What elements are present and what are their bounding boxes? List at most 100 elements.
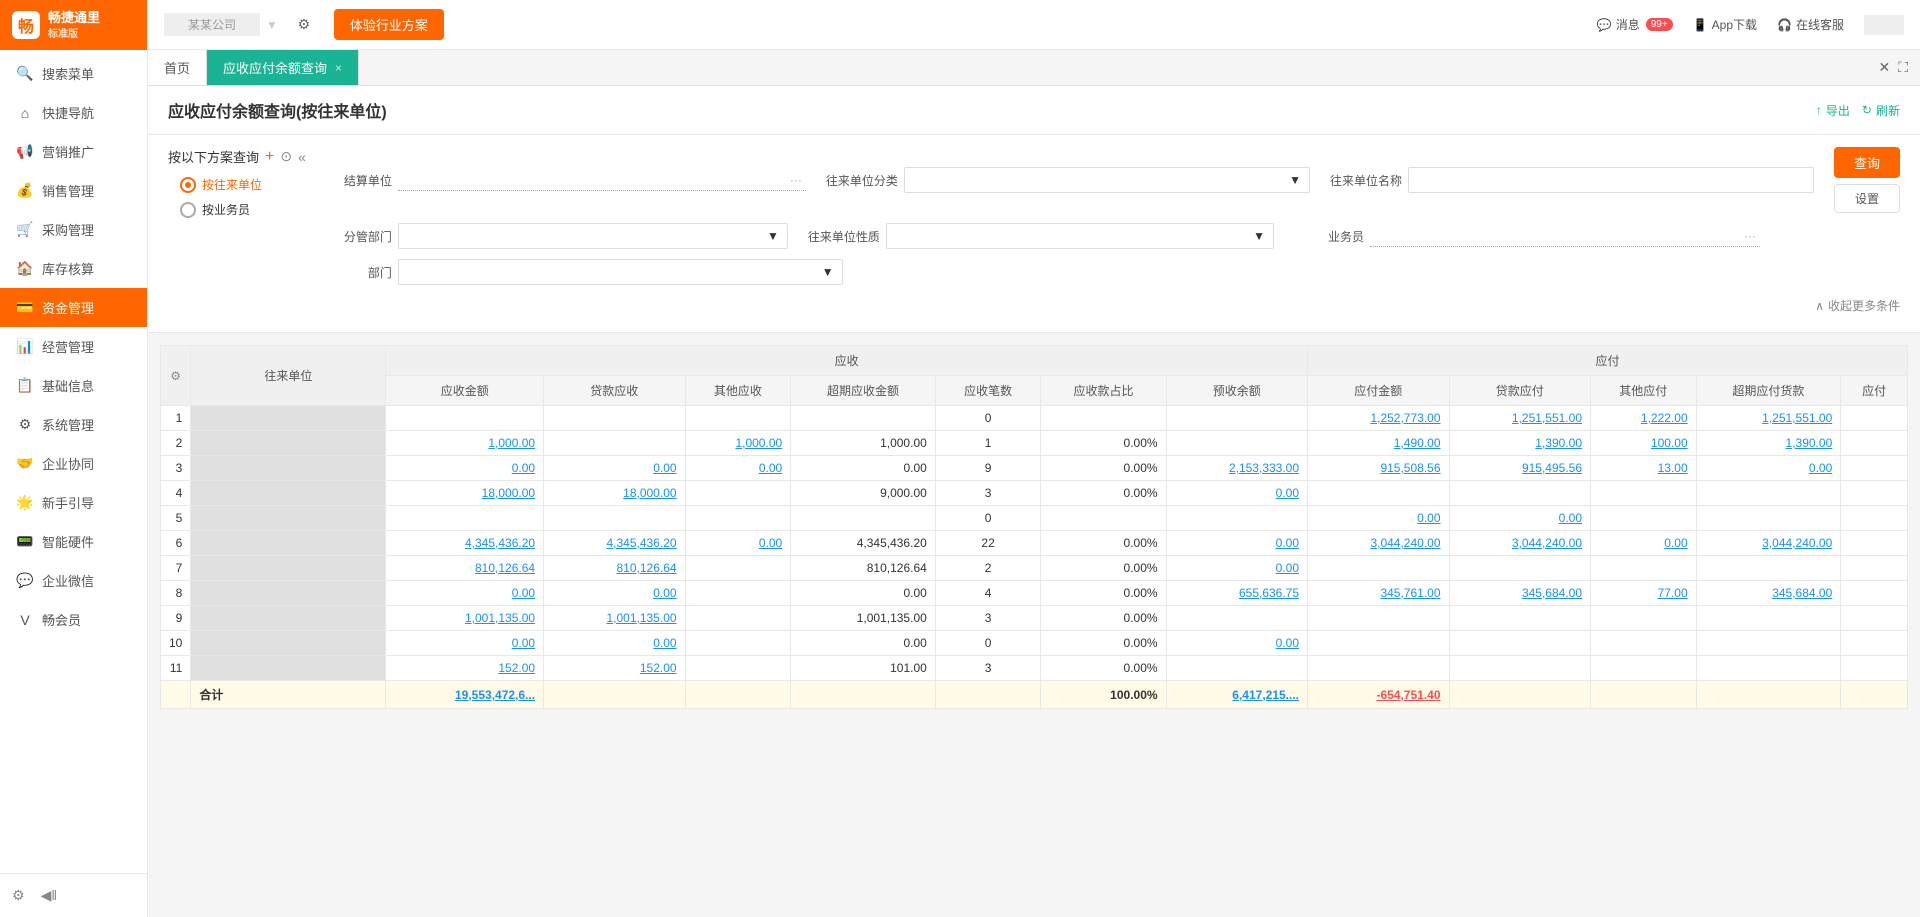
table-cell[interactable]: 1,251,551.00: [1449, 406, 1590, 431]
sidebar-item-system[interactable]: ⚙ 系统管理: [0, 405, 147, 444]
sidebar-item-quick[interactable]: ⌂ 快捷导航: [0, 93, 147, 132]
tab-active[interactable]: 应收应付余额查询 ×: [207, 50, 359, 85]
edit-scheme-btn[interactable]: ⊙: [280, 148, 292, 165]
sidebar-item-marketing[interactable]: 📢 营销推广: [0, 132, 147, 171]
app-download-btn[interactable]: 📱 App下载: [1693, 16, 1757, 33]
salesperson-label: 业务员: [1294, 228, 1364, 245]
collapse-scheme-btn[interactable]: «: [298, 149, 306, 165]
sidebar-item-search[interactable]: 🔍 搜索菜单: [0, 54, 147, 93]
table-cell[interactable]: 0.00: [1166, 481, 1307, 506]
header-settings-btn[interactable]: ⚙: [290, 11, 318, 39]
sidebar-item-hardware[interactable]: 📟 智能硬件: [0, 522, 147, 561]
partner-name-input[interactable]: [1408, 167, 1814, 193]
sidebar-settings-btn[interactable]: ⚙: [12, 887, 25, 904]
sidebar-item-sales[interactable]: 💰 销售管理: [0, 171, 147, 210]
table-cell[interactable]: 810,126.64: [386, 556, 544, 581]
table-cell[interactable]: 1,001,135.00: [544, 606, 685, 631]
table-cell[interactable]: 0.00: [1591, 531, 1697, 556]
partner-category-dropdown[interactable]: ▼: [904, 167, 1310, 193]
table-cell[interactable]: 100.00: [1591, 431, 1697, 456]
table-cell[interactable]: 0.00: [544, 631, 685, 656]
table-cell[interactable]: 0.00: [386, 581, 544, 606]
table-cell: 1,000.00: [791, 431, 936, 456]
dept-dropdown[interactable]: ▼: [398, 259, 843, 285]
settlement-unit-input[interactable]: ···: [398, 169, 806, 191]
table-cell[interactable]: 1,222.00: [1591, 406, 1697, 431]
table-cell[interactable]: 1,001,135.00: [386, 606, 544, 631]
salesperson-input[interactable]: ···: [1370, 225, 1760, 247]
sidebar-item-warehouse[interactable]: 🏠 库存核算: [0, 249, 147, 288]
table-cell[interactable]: 0.00: [685, 456, 791, 481]
table-cell[interactable]: 1,390.00: [1449, 431, 1590, 456]
table-cell[interactable]: 0.00: [386, 631, 544, 656]
department-dropdown[interactable]: ▼: [398, 223, 788, 249]
scheme-option-salesperson[interactable]: 按业务员: [168, 197, 306, 222]
table-cell[interactable]: 915,508.56: [1308, 456, 1449, 481]
table-cell[interactable]: 77.00: [1591, 581, 1697, 606]
table-cell[interactable]: 1,390.00: [1696, 431, 1841, 456]
table-cell[interactable]: 3,044,240.00: [1449, 531, 1590, 556]
table-cell[interactable]: 1,000.00: [685, 431, 791, 456]
table-cell[interactable]: 2,153,333.00: [1166, 456, 1307, 481]
table-cell[interactable]: 345,684.00: [1449, 581, 1590, 606]
scheme-option-partner[interactable]: 按往来单位: [168, 172, 306, 197]
table-cell[interactable]: 0.00: [1308, 506, 1449, 531]
scheme-option-salesperson-label: 按业务员: [202, 201, 250, 218]
table-scroll[interactable]: ⚙ 往来单位 应收 应付 应收金额 贷款应收 其他应收 超期应收金额 应收笔数 …: [160, 345, 1908, 709]
table-cell[interactable]: 0.00: [685, 531, 791, 556]
tab-close-action[interactable]: ✕: [1878, 59, 1890, 76]
table-cell[interactable]: 0.00: [1166, 556, 1307, 581]
table-cell[interactable]: 0.00: [386, 456, 544, 481]
table-cell[interactable]: 810,126.64: [544, 556, 685, 581]
table-cell[interactable]: 0.00: [544, 581, 685, 606]
sidebar-item-guide[interactable]: 🌟 新手引导: [0, 483, 147, 522]
query-button[interactable]: 查询: [1834, 147, 1900, 178]
table-cell[interactable]: 13.00: [1591, 456, 1697, 481]
tab-close-btn[interactable]: ×: [335, 61, 342, 75]
table-cell[interactable]: 655,636.75: [1166, 581, 1307, 606]
table-cell[interactable]: 0.00: [1449, 506, 1590, 531]
table-cell[interactable]: 1,252,773.00: [1308, 406, 1449, 431]
footer-prepaid-bal[interactable]: 6,417,215....: [1166, 681, 1307, 709]
table-cell[interactable]: 3,044,240.00: [1696, 531, 1841, 556]
export-btn[interactable]: ↑ 导出: [1816, 102, 1850, 119]
setting-button[interactable]: 设置: [1834, 184, 1900, 213]
refresh-btn[interactable]: ↻ 刷新: [1862, 102, 1900, 119]
footer-pay-amt[interactable]: -654,751.40: [1308, 681, 1449, 709]
online-service-btn[interactable]: 🎧 在线客服: [1777, 16, 1844, 33]
footer-recv-amt[interactable]: 19,553,472,6...: [386, 681, 544, 709]
sidebar-item-purchase[interactable]: 🛒 采购管理: [0, 210, 147, 249]
table-cell[interactable]: 1,490.00: [1308, 431, 1449, 456]
table-cell[interactable]: 0.00: [1166, 531, 1307, 556]
table-cell[interactable]: 152.00: [544, 656, 685, 681]
table-cell[interactable]: 4,345,436.20: [386, 531, 544, 556]
sidebar-item-corp[interactable]: 🤝 企业协同: [0, 444, 147, 483]
table-cell[interactable]: 4,345,436.20: [544, 531, 685, 556]
sidebar-item-weixin[interactable]: 💬 企业微信: [0, 561, 147, 600]
message-btn[interactable]: 💬 消息 99+: [1597, 16, 1673, 33]
table-cell[interactable]: 18,000.00: [544, 481, 685, 506]
collapse-conditions-btn[interactable]: ∧ 收起更多条件: [1815, 291, 1900, 320]
table-cell[interactable]: 0.00: [544, 456, 685, 481]
table-cell[interactable]: 152.00: [386, 656, 544, 681]
promo-button[interactable]: 体验行业方案: [334, 9, 444, 40]
sidebar-collapse-btn[interactable]: ◀‖: [41, 887, 58, 904]
table-cell[interactable]: 18,000.00: [386, 481, 544, 506]
table-cell[interactable]: 0.00: [1166, 631, 1307, 656]
tab-home[interactable]: 首页: [148, 50, 207, 85]
partner-nature-dropdown[interactable]: ▼: [886, 223, 1274, 249]
table-cell[interactable]: 3,044,240.00: [1308, 531, 1449, 556]
table-cell[interactable]: 345,761.00: [1308, 581, 1449, 606]
sidebar-item-member[interactable]: V 畅会员: [0, 600, 147, 639]
add-scheme-btn[interactable]: +: [265, 148, 274, 166]
tab-maximize-action[interactable]: ⛶: [1898, 59, 1908, 76]
sidebar-item-operation[interactable]: 📊 经营管理: [0, 327, 147, 366]
table-settings-icon[interactable]: ⚙: [170, 369, 181, 383]
sidebar-item-basic[interactable]: 📋 基础信息: [0, 366, 147, 405]
table-cell[interactable]: 915,495.56: [1449, 456, 1590, 481]
table-cell[interactable]: 0.00: [1696, 456, 1841, 481]
table-cell[interactable]: 345,684.00: [1696, 581, 1841, 606]
sidebar-item-finance[interactable]: 💳 资金管理: [0, 288, 147, 327]
table-cell[interactable]: 1,251,551.00: [1696, 406, 1841, 431]
table-cell[interactable]: 1,000.00: [386, 431, 544, 456]
